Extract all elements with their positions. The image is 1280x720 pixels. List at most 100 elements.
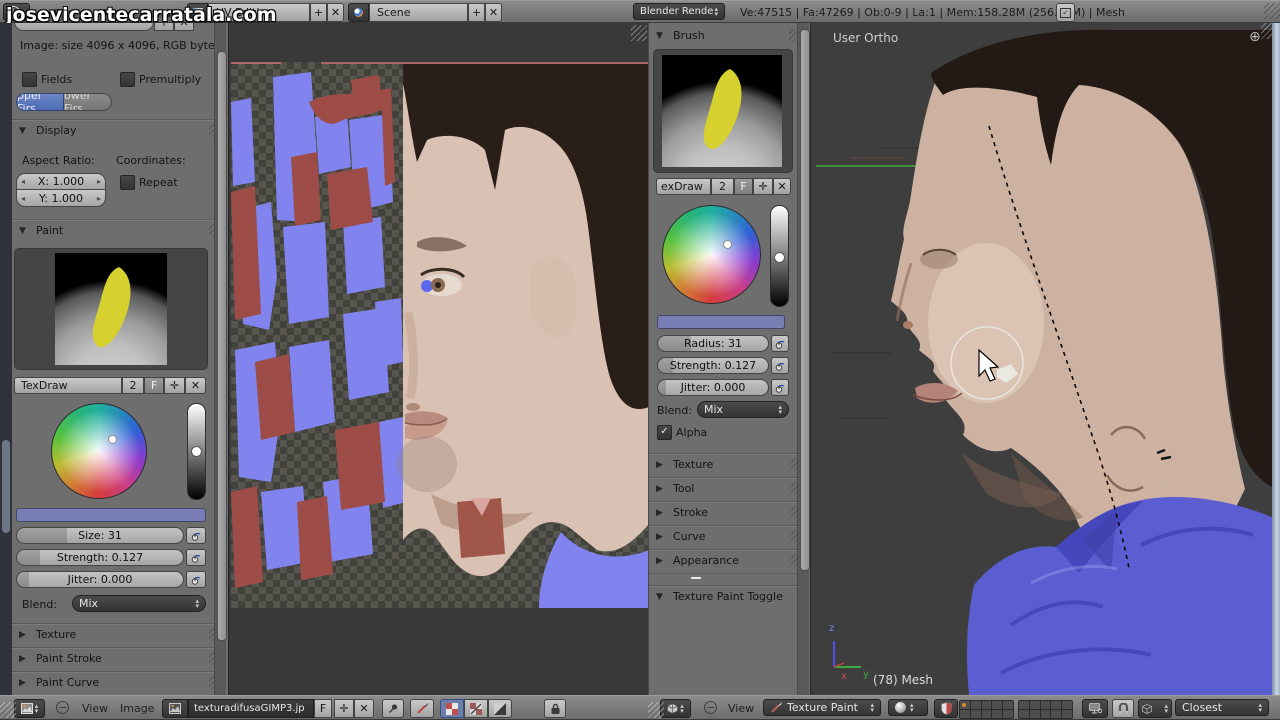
scene-add-button[interactable]: +	[468, 3, 485, 22]
brush-add-button[interactable]: ✛	[164, 377, 185, 394]
mask-button[interactable]	[934, 699, 958, 718]
active-color-field[interactable]	[657, 315, 785, 329]
appearance-section-header[interactable]: ▶ Appearance	[649, 549, 808, 572]
size-pressure-button[interactable]	[186, 527, 206, 544]
partial-add-button[interactable]: +	[154, 23, 174, 31]
layer-cell[interactable]	[970, 701, 981, 709]
layer-cell[interactable]	[1062, 701, 1072, 709]
paint-curve-section-header[interactable]: ▶ Paint Curve	[12, 671, 226, 694]
draw-channel-color-alpha-button[interactable]	[440, 699, 464, 718]
screen-close-button[interactable]: ✕	[327, 3, 344, 22]
expand-panel-plus-icon[interactable]: ⊕	[1249, 29, 1261, 45]
brush-unlink-button[interactable]: ✕	[185, 377, 206, 394]
editor-type-button[interactable]: ▴ ▾	[660, 699, 691, 718]
strength-pressure-button[interactable]	[771, 357, 789, 374]
draw-channel-color-button[interactable]	[464, 699, 488, 718]
edge-scrollbar-thumb[interactable]	[2, 440, 10, 533]
layer-cell[interactable]	[981, 710, 992, 718]
repeat-checkbox[interactable]	[120, 175, 135, 190]
toolshelf-scrollbar-thumb[interactable]	[800, 29, 810, 571]
layers-grid-1[interactable]	[959, 700, 1014, 719]
collapse-menus-icon[interactable]: −	[704, 701, 717, 714]
layer-cell[interactable]	[1003, 701, 1013, 709]
fake-user-button[interactable]: F	[734, 178, 753, 195]
layer-cell[interactable]	[1019, 710, 1029, 718]
brush-add-button[interactable]: ✛	[753, 178, 773, 195]
layer-cell[interactable]	[1003, 710, 1013, 718]
partial-widget[interactable]	[14, 23, 154, 31]
lock-camera-button[interactable]	[1082, 699, 1108, 718]
paint-mode-button[interactable]	[410, 699, 434, 718]
jitter-slider[interactable]: Jitter: 0.000	[16, 571, 184, 588]
toolshelf-scrollbar-track[interactable]	[797, 23, 810, 695]
brush-preview-frame[interactable]	[14, 248, 208, 370]
layer-cell[interactable]	[970, 710, 981, 718]
active-color-field[interactable]	[16, 508, 206, 522]
layer-cell[interactable]	[1051, 701, 1062, 709]
draw-channel-alpha-button[interactable]	[488, 699, 512, 718]
layer-cell[interactable]	[1029, 710, 1040, 718]
snap-target-dropdown[interactable]: Closest ▴ ▾	[1175, 699, 1269, 716]
layer-cell[interactable]	[1062, 710, 1072, 718]
mode-dropdown[interactable]: Texture Paint ▴ ▾	[763, 699, 881, 716]
menu-image[interactable]: Image	[120, 702, 154, 715]
corner-grip-icon[interactable]	[1264, 3, 1280, 19]
window-button[interactable]: ↙	[1056, 3, 1075, 22]
scene-name-field[interactable]: Scene	[369, 3, 468, 22]
color-wheel[interactable]	[662, 205, 761, 304]
blend-dropdown[interactable]: Mix ▴ ▾	[72, 595, 206, 612]
editor-type-button[interactable]: ▴ ▾	[14, 699, 45, 718]
layer-cell[interactable]	[1040, 710, 1051, 718]
snap-toggle-button[interactable]	[1112, 699, 1134, 718]
color-wheel[interactable]	[51, 403, 147, 499]
scene-close-button[interactable]: ✕	[485, 3, 502, 22]
uv-image-editor-canvas[interactable]	[228, 23, 649, 695]
layer-cell[interactable]	[981, 701, 992, 709]
lower-first-button[interactable]: ower Firs	[64, 93, 112, 111]
brush-users-button[interactable]: 2	[122, 377, 144, 394]
image-unlink-button[interactable]: ✕	[354, 699, 374, 718]
stroke-section-header[interactable]: ▶ Stroke	[649, 501, 808, 524]
value-slider[interactable]	[770, 205, 789, 307]
layer-cell-active[interactable]	[960, 701, 970, 709]
strength-slider[interactable]: Strength: 0.127	[16, 549, 184, 566]
aspect-x-stepper[interactable]: ◂ X: 1.000 ▸	[16, 173, 106, 190]
brush-preview-frame[interactable]	[653, 49, 793, 173]
size-slider[interactable]: Size: 31	[16, 527, 184, 544]
panel-scrollbar-thumb[interactable]	[217, 51, 227, 641]
jitter-slider[interactable]: Jitter: 0.000	[657, 379, 769, 396]
render-engine-dropdown[interactable]: Blender Render ▴ ▾	[633, 3, 725, 20]
corner-grip-icon[interactable]	[0, 702, 16, 718]
paint-section-header[interactable]: ▼ Paint	[12, 219, 226, 242]
menu-view[interactable]: View	[728, 702, 754, 715]
aspect-y-stepper[interactable]: ◂ Y: 1.000 ▸	[16, 190, 106, 207]
display-section-header[interactable]: ▼ Display	[12, 119, 226, 142]
corner-grip-icon[interactable]	[631, 25, 647, 41]
alpha-checkbox[interactable]: ✓	[657, 425, 672, 440]
texture-paint-toggle-header[interactable]: ▼ Texture Paint Toggle	[649, 585, 804, 608]
lock-button[interactable]	[544, 699, 566, 718]
layer-cell[interactable]	[960, 710, 970, 718]
brush-name-field[interactable]: TexDraw	[14, 377, 122, 394]
tool-section-header[interactable]: ▶ Tool	[649, 477, 808, 500]
panel-scrollbar-track[interactable]	[214, 23, 227, 695]
image-add-button[interactable]: ✛	[334, 699, 354, 718]
scene-selector-button[interactable]	[348, 3, 369, 22]
layer-cell[interactable]	[1029, 701, 1040, 709]
snap-element-dropdown[interactable]: ▴ ▾	[1138, 699, 1172, 718]
brush-unlink-button[interactable]: ✕	[773, 178, 791, 195]
brush-users-button[interactable]: 2	[711, 178, 734, 195]
brush-section-header[interactable]: ▼ Brush	[649, 25, 806, 47]
collapse-menus-icon[interactable]: −	[56, 701, 69, 714]
image-name-field[interactable]: texturadifusaGIMP3.jp	[188, 699, 314, 718]
corner-grip-icon[interactable]	[648, 702, 664, 718]
strength-slider[interactable]: Strength: 0.127	[657, 357, 769, 374]
layer-cell[interactable]	[1051, 710, 1062, 718]
viewport-shading-dropdown[interactable]: ▴ ▾	[888, 699, 928, 716]
menu-view[interactable]: View	[82, 702, 108, 715]
paint-stroke-section-header[interactable]: ▶ Paint Stroke	[12, 647, 226, 670]
blend-dropdown[interactable]: Mix ▴ ▾	[697, 401, 789, 418]
value-slider[interactable]	[187, 403, 206, 500]
layer-cell[interactable]	[992, 701, 1003, 709]
fake-user-button[interactable]: F	[144, 377, 164, 394]
